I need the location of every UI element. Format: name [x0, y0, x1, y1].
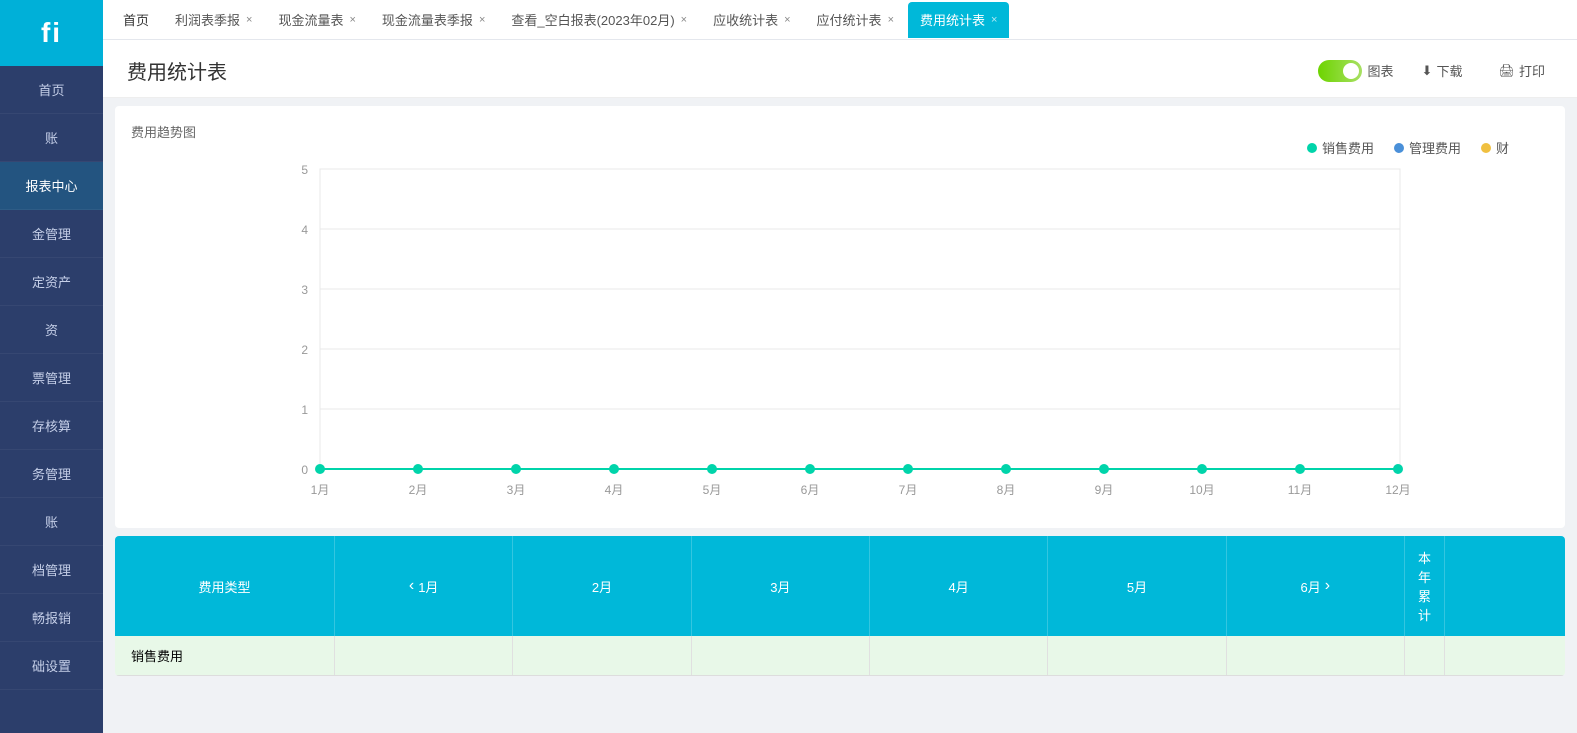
- main-content: 首页 利润表季报 × 现金流量表 × 现金流量表季报 × 查看_空白报表(202…: [103, 0, 1577, 733]
- svg-text:3月: 3月: [507, 483, 526, 497]
- sidebar-item-fund-management[interactable]: 金管理: [0, 210, 103, 258]
- tab-payable[interactable]: 应付统计表 ×: [805, 2, 906, 38]
- sales-dot-12: [1393, 464, 1403, 474]
- sidebar-item-ledger[interactable]: 账: [0, 498, 103, 546]
- tab-receivable[interactable]: 应收统计表 ×: [701, 2, 802, 38]
- sidebar-item-fixed-assets[interactable]: 定资产: [0, 258, 103, 306]
- close-tab-receivable[interactable]: ×: [784, 14, 790, 26]
- close-tab-cashflow[interactable]: ×: [349, 14, 355, 26]
- td-sales-m3: [692, 636, 870, 675]
- table-header: 费用类型 ‹ 1月 2月 3月 4月 5月: [115, 536, 1565, 636]
- sales-dot-8: [1001, 464, 1011, 474]
- svg-text:0: 0: [301, 463, 308, 477]
- chart-toggle[interactable]: [1318, 60, 1362, 82]
- tab-expense-stats[interactable]: 费用统计表 ×: [908, 2, 1009, 38]
- th-month-2: 2月: [513, 536, 691, 636]
- sales-dot-7: [903, 464, 913, 474]
- close-tab-profit-quarterly[interactable]: ×: [246, 14, 252, 26]
- sales-dot-4: [609, 464, 619, 474]
- next-arrow-icon[interactable]: ›: [1325, 577, 1330, 595]
- svg-text:5月: 5月: [703, 483, 722, 497]
- svg-text:4: 4: [301, 223, 308, 237]
- svg-text:1: 1: [301, 403, 308, 417]
- td-sales-ytd: [1405, 636, 1445, 675]
- content-area: 费用统计表 图表 ⬇ 下载 🖨 打印 费用趋势图: [103, 40, 1577, 733]
- close-tab-cashflow-quarterly[interactable]: ×: [479, 14, 485, 26]
- th-nav-prev[interactable]: ‹ 1月: [335, 536, 513, 636]
- tab-bar: 首页 利润表季报 × 现金流量表 × 现金流量表季报 × 查看_空白报表(202…: [103, 0, 1577, 40]
- sidebar-item-archive-management[interactable]: 档管理: [0, 546, 103, 594]
- th-month-6[interactable]: 6月 ›: [1227, 536, 1405, 636]
- td-sales-m4: [870, 636, 1048, 675]
- sales-dot-2: [413, 464, 423, 474]
- tab-blank-report[interactable]: 查看_空白报表(2023年02月) ×: [499, 2, 699, 38]
- print-button[interactable]: 🖨 打印: [1490, 57, 1553, 84]
- svg-text:4月: 4月: [605, 483, 624, 497]
- header-actions: 图表 ⬇ 下载 🖨 打印: [1318, 57, 1553, 84]
- th-type: 费用类型: [115, 536, 335, 636]
- sales-dot-3: [511, 464, 521, 474]
- sidebar-item-business-management[interactable]: 务管理: [0, 450, 103, 498]
- sidebar-item-report-center[interactable]: 报表中心: [0, 162, 103, 210]
- table-section: 费用类型 ‹ 1月 2月 3月 4月 5月: [115, 536, 1565, 676]
- close-tab-expense-stats[interactable]: ×: [991, 14, 997, 26]
- tab-cashflow-quarterly[interactable]: 现金流量表季报 ×: [370, 2, 497, 38]
- page-header: 费用统计表 图表 ⬇ 下载 🖨 打印: [103, 40, 1577, 98]
- sidebar-item-capital[interactable]: 资: [0, 306, 103, 354]
- svg-text:2月: 2月: [409, 483, 428, 497]
- chart-section: 费用趋势图 销售费用 管理费用 财: [115, 106, 1565, 528]
- sales-dot-11: [1295, 464, 1305, 474]
- svg-text:2: 2: [301, 343, 308, 357]
- download-icon: ⬇: [1422, 63, 1433, 79]
- th-month-5: 5月: [1048, 536, 1226, 636]
- svg-text:10月: 10月: [1189, 483, 1214, 497]
- svg-text:1月: 1月: [311, 483, 330, 497]
- page-title: 费用统计表: [127, 56, 227, 85]
- sales-dot-6: [805, 464, 815, 474]
- svg-text:8月: 8月: [997, 483, 1016, 497]
- td-sales-m5: [1048, 636, 1226, 675]
- download-button[interactable]: ⬇ 下载: [1414, 57, 1471, 84]
- svg-text:9月: 9月: [1095, 483, 1114, 497]
- sidebar-item-inventory[interactable]: 存核算: [0, 402, 103, 450]
- tab-cashflow[interactable]: 现金流量表 ×: [266, 2, 367, 38]
- sidebar-item-basic-settings[interactable]: 础设置: [0, 642, 103, 690]
- svg-text:5: 5: [301, 163, 308, 177]
- td-sales-m6: [1227, 636, 1405, 675]
- sidebar-item-expense-report[interactable]: 畅报销: [0, 594, 103, 642]
- tab-profit-quarterly[interactable]: 利润表季报 ×: [163, 2, 264, 38]
- sidebar: fi 首页 账 报表中心 金管理 定资产 资 票管理 存核算 务管理 账 档管理…: [0, 0, 103, 733]
- sidebar-logo: fi: [0, 0, 103, 66]
- td-sales-m1: [335, 636, 513, 675]
- sales-dot-9: [1099, 464, 1109, 474]
- close-tab-payable[interactable]: ×: [888, 14, 894, 26]
- sidebar-item-account[interactable]: 账: [0, 114, 103, 162]
- print-icon: 🖨: [1498, 63, 1515, 79]
- close-tab-blank-report[interactable]: ×: [681, 14, 687, 26]
- svg-text:11月: 11月: [1288, 483, 1312, 497]
- svg-text:12月: 12月: [1385, 483, 1410, 497]
- td-type-sales: 销售费用: [115, 636, 335, 675]
- sales-dot-10: [1197, 464, 1207, 474]
- table-row-sales: 销售费用: [115, 636, 1565, 676]
- td-sales-m2: [513, 636, 691, 675]
- svg-text:3: 3: [301, 283, 308, 297]
- sidebar-item-ticket-management[interactable]: 票管理: [0, 354, 103, 402]
- th-month-4: 4月: [870, 536, 1048, 636]
- th-ytd: 本年累计: [1405, 536, 1445, 636]
- chart-svg: 5 4 3 2 1 0: [131, 149, 1549, 509]
- svg-text:6月: 6月: [801, 483, 820, 497]
- chart-svg-area: 5 4 3 2 1 0: [131, 149, 1549, 512]
- sales-dot-1: [315, 464, 325, 474]
- chart-toggle-wrap: 图表: [1318, 60, 1394, 82]
- tab-home[interactable]: 首页: [111, 2, 161, 38]
- chart-toggle-label: 图表: [1368, 61, 1394, 80]
- prev-arrow-icon[interactable]: ‹: [409, 577, 414, 595]
- th-month-3: 3月: [692, 536, 870, 636]
- sales-dot-5: [707, 464, 717, 474]
- svg-text:7月: 7月: [899, 483, 918, 497]
- sidebar-item-home[interactable]: 首页: [0, 66, 103, 114]
